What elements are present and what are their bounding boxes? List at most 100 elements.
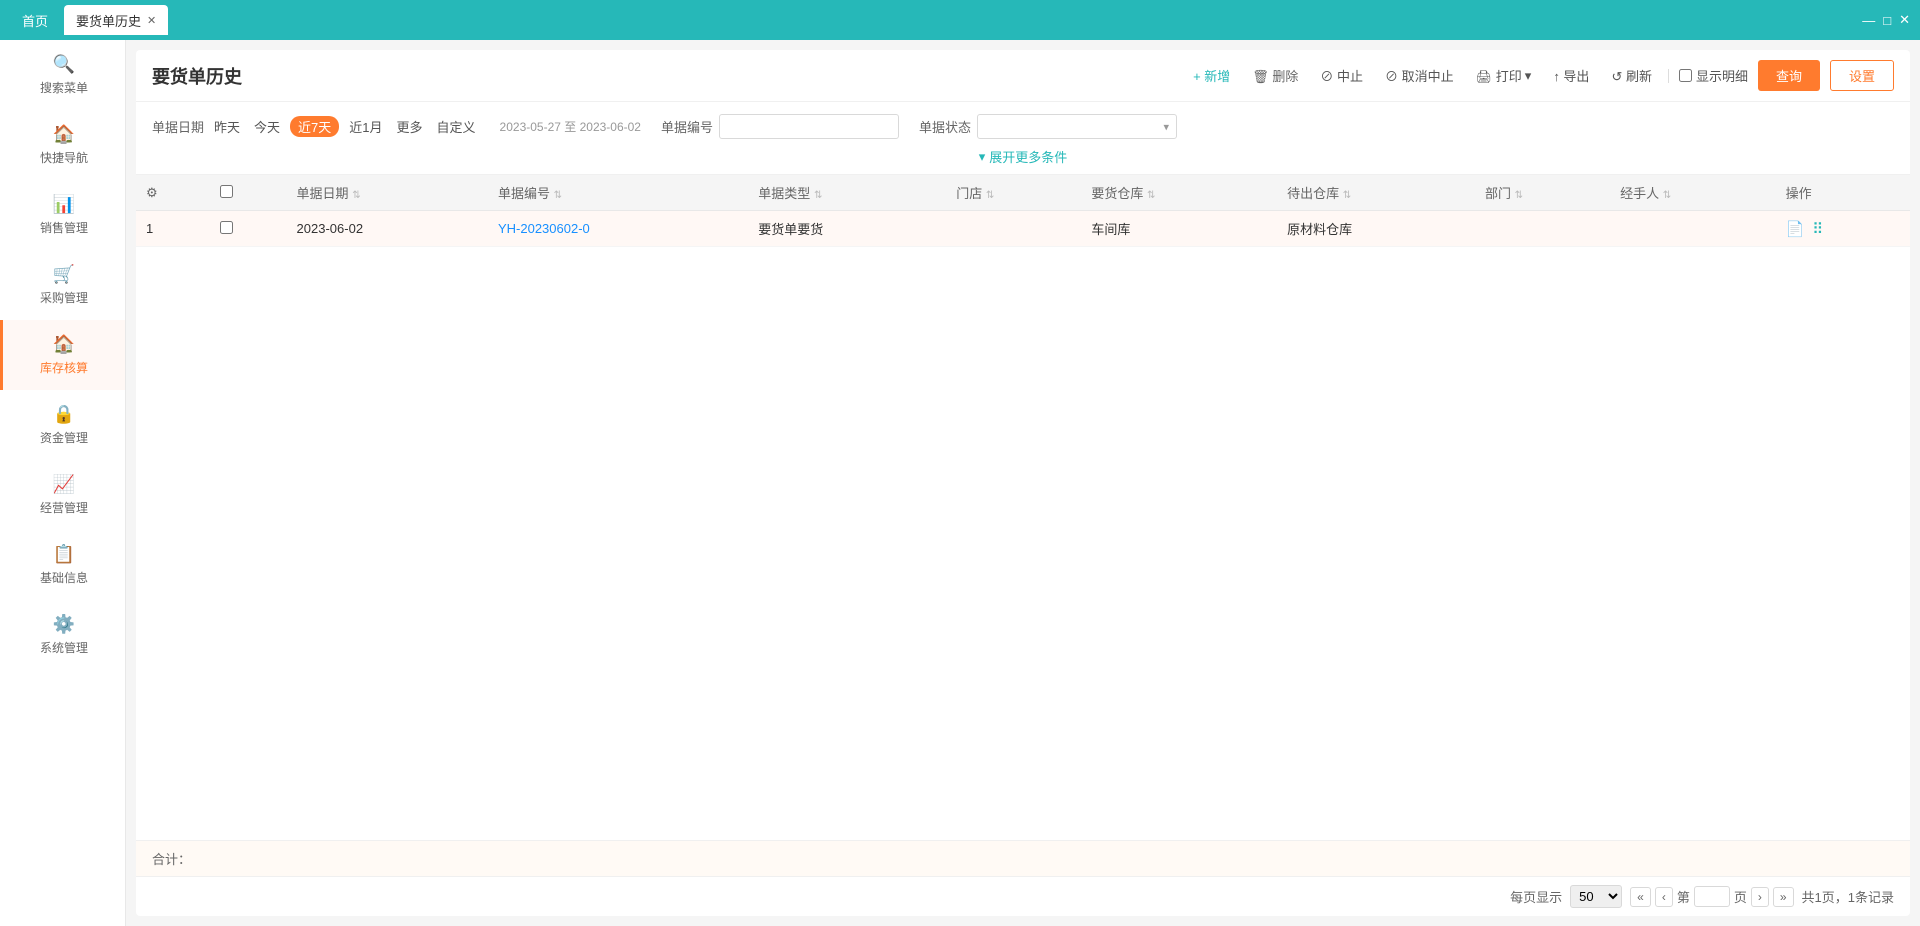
col-handler-sort[interactable]: ⇅ — [1663, 190, 1671, 201]
date-range-text: 2023-05-27 至 2023-06-02 — [500, 118, 641, 135]
page-size-select[interactable]: 50 20 100 — [1570, 885, 1622, 908]
row-edit-icon[interactable]: 📄 — [1786, 220, 1805, 238]
close-tab-icon[interactable]: ✕ — [147, 14, 156, 27]
row-checkbox[interactable] — [220, 221, 233, 234]
page-title: 要货单历史 — [152, 63, 1179, 89]
col-req-warehouse-sort[interactable]: ⇅ — [1147, 190, 1155, 201]
sidebar-item-operations-mgmt[interactable]: 📈 经营管理 — [0, 460, 125, 530]
select-all-checkbox[interactable] — [220, 185, 233, 198]
query-button[interactable]: 查询 — [1758, 60, 1820, 91]
sidebar-item-sales-mgmt[interactable]: 📊 销售管理 — [0, 180, 125, 250]
sidebar-item-search-menu[interactable]: 🔍 搜索菜单 — [0, 40, 125, 110]
export-button-label: ↑ 导出 — [1553, 66, 1589, 85]
col-checkbox — [210, 175, 287, 211]
page-input[interactable]: 1 — [1694, 886, 1730, 907]
col-settings[interactable]: ⚙ — [136, 175, 210, 211]
recent7-shortcut[interactable]: 近7天 — [290, 116, 339, 137]
print-button-label: 🖨 打印 — [1476, 66, 1522, 85]
sidebar-item-inventory[interactable]: 🏠 库存核算 — [0, 320, 125, 390]
date-filter-label: 单据日期 — [152, 117, 204, 136]
row-doc-no: YH-20230602-0 — [488, 211, 748, 247]
operations-mgmt-icon: 📈 — [53, 474, 75, 495]
filter-row-1: 单据日期 昨天 今天 近7天 近1月 更多 自定义 2023-05-27 至 2… — [152, 114, 1894, 139]
col-pending-warehouse-label: 待出仓库 — [1287, 186, 1339, 201]
sidebar-item-operations-mgmt-label: 经营管理 — [40, 499, 88, 516]
sidebar-item-quick-nav[interactable]: 🏠 快捷导航 — [0, 110, 125, 180]
status-select[interactable] — [977, 114, 1177, 139]
toolbar: + 新增 🗑 删除 ⊘ 中止 ⊘ 取消中止 🖨 打印 ▾ ↑ 导出 — [1187, 60, 1894, 91]
tab-requisition-history-label: 要货单历史 — [76, 11, 141, 30]
print-button[interactable]: 🖨 打印 ▾ — [1470, 62, 1538, 89]
col-operation: 操作 — [1776, 175, 1910, 211]
stop-button-label: ⊘ 中止 — [1320, 66, 1363, 85]
col-store-sort[interactable]: ⇅ — [986, 190, 994, 201]
col-req-warehouse-label: 要货仓库 — [1091, 186, 1143, 201]
row-store — [946, 211, 1081, 247]
stop-button[interactable]: ⊘ 中止 — [1314, 62, 1369, 89]
sidebar: 🔍 搜索菜单 🏠 快捷导航 📊 销售管理 🛒 采购管理 🏠 库存核算 🔒 资金管… — [0, 40, 126, 926]
col-doc-date-sort[interactable]: ⇅ — [352, 190, 360, 201]
row-num: 1 — [136, 211, 210, 247]
col-pending-warehouse-sort[interactable]: ⇅ — [1343, 190, 1351, 201]
data-table: ⚙ 单据日期 ⇅ 单据编号 ⇅ 单据类型 ⇅ — [136, 175, 1910, 247]
recent1m-shortcut[interactable]: 近1月 — [345, 116, 386, 137]
row-more-icon[interactable]: ⠿ — [1812, 220, 1823, 238]
next-page-btn[interactable]: › — [1751, 887, 1769, 907]
docno-filter-label: 单据编号 — [661, 117, 713, 136]
action-icons: 📄 ⠿ — [1786, 220, 1900, 238]
col-handler: 经手人 ⇅ — [1610, 175, 1775, 211]
prev-page-btn[interactable]: ‹ — [1655, 887, 1673, 907]
new-button[interactable]: + 新增 — [1187, 62, 1236, 89]
col-doc-no: 单据编号 ⇅ — [488, 175, 748, 211]
status-filter-label: 单据状态 — [919, 117, 971, 136]
today-shortcut[interactable]: 今天 — [250, 116, 284, 137]
export-button[interactable]: ↑ 导出 — [1547, 62, 1595, 89]
custom-shortcut[interactable]: 自定义 — [433, 116, 480, 137]
status-filter: 单据状态 — [919, 114, 1177, 139]
system-mgmt-icon: ⚙️ — [53, 614, 75, 635]
col-dept-sort[interactable]: ⇅ — [1515, 190, 1523, 201]
sidebar-item-inventory-label: 库存核算 — [40, 359, 88, 376]
quick-nav-icon: 🏠 — [53, 124, 75, 145]
sidebar-item-finance-mgmt[interactable]: 🔒 资金管理 — [0, 390, 125, 460]
delete-button-label: 🗑 删除 — [1252, 66, 1298, 85]
pagination: 每页显示 50 20 100 « ‹ 第 1 页 › » 共1页，1条记录 — [136, 876, 1910, 916]
sidebar-item-system-mgmt[interactable]: ⚙️ 系统管理 — [0, 600, 125, 670]
col-operation-label: 操作 — [1786, 186, 1812, 201]
first-page-btn[interactable]: « — [1630, 887, 1651, 907]
maximize-btn[interactable]: □ — [1883, 13, 1891, 28]
col-doc-no-sort[interactable]: ⇅ — [554, 190, 562, 201]
close-window-btn[interactable]: ✕ — [1899, 12, 1910, 28]
sidebar-item-basic-info[interactable]: 📋 基础信息 — [0, 530, 125, 600]
print-dropdown-icon[interactable]: ▾ — [1525, 68, 1532, 84]
table-header: ⚙ 单据日期 ⇅ 单据编号 ⇅ 单据类型 ⇅ — [136, 175, 1910, 211]
col-doc-type-sort[interactable]: ⇅ — [814, 190, 822, 201]
show-detail-input[interactable] — [1679, 69, 1692, 82]
sidebar-item-basic-info-label: 基础信息 — [40, 569, 88, 586]
row-handler — [1610, 211, 1775, 247]
show-detail-checkbox[interactable]: 显示明细 — [1679, 66, 1748, 85]
docno-input[interactable] — [719, 114, 899, 139]
last-page-btn[interactable]: » — [1773, 887, 1794, 907]
yesterday-shortcut[interactable]: 昨天 — [210, 116, 244, 137]
expand-more-btn[interactable]: ▾ 展开更多条件 — [152, 147, 1894, 166]
expand-more-icon: ▾ — [979, 149, 986, 165]
purchase-mgmt-icon: 🛒 — [53, 264, 75, 285]
minimize-btn[interactable]: — — [1862, 13, 1875, 28]
delete-button[interactable]: 🗑 删除 — [1246, 62, 1304, 89]
table-body: 1 2023-06-02 YH-20230602-0 要货单要货 车间库 原材料… — [136, 211, 1910, 247]
row-doc-type: 要货单要货 — [748, 211, 946, 247]
cancel-stop-button[interactable]: ⊘ 取消中止 — [1379, 62, 1460, 89]
expand-more-label: 展开更多条件 — [989, 147, 1067, 166]
more-shortcut[interactable]: 更多 — [393, 116, 427, 137]
col-dept: 部门 ⇅ — [1475, 175, 1610, 211]
cancel-stop-button-label: ⊘ 取消中止 — [1385, 66, 1454, 85]
row-doc-no-link[interactable]: YH-20230602-0 — [498, 221, 590, 236]
settings-button[interactable]: 设置 — [1830, 60, 1894, 91]
tab-requisition-history[interactable]: 要货单历史 ✕ — [64, 5, 168, 35]
refresh-button[interactable]: ↺ 刷新 — [1605, 62, 1658, 89]
sidebar-item-purchase-mgmt[interactable]: 🛒 采购管理 — [0, 250, 125, 320]
col-store-label: 门店 — [956, 186, 982, 201]
page-size-label: 每页显示 — [1510, 887, 1562, 906]
tab-home[interactable]: 首页 — [10, 5, 60, 35]
